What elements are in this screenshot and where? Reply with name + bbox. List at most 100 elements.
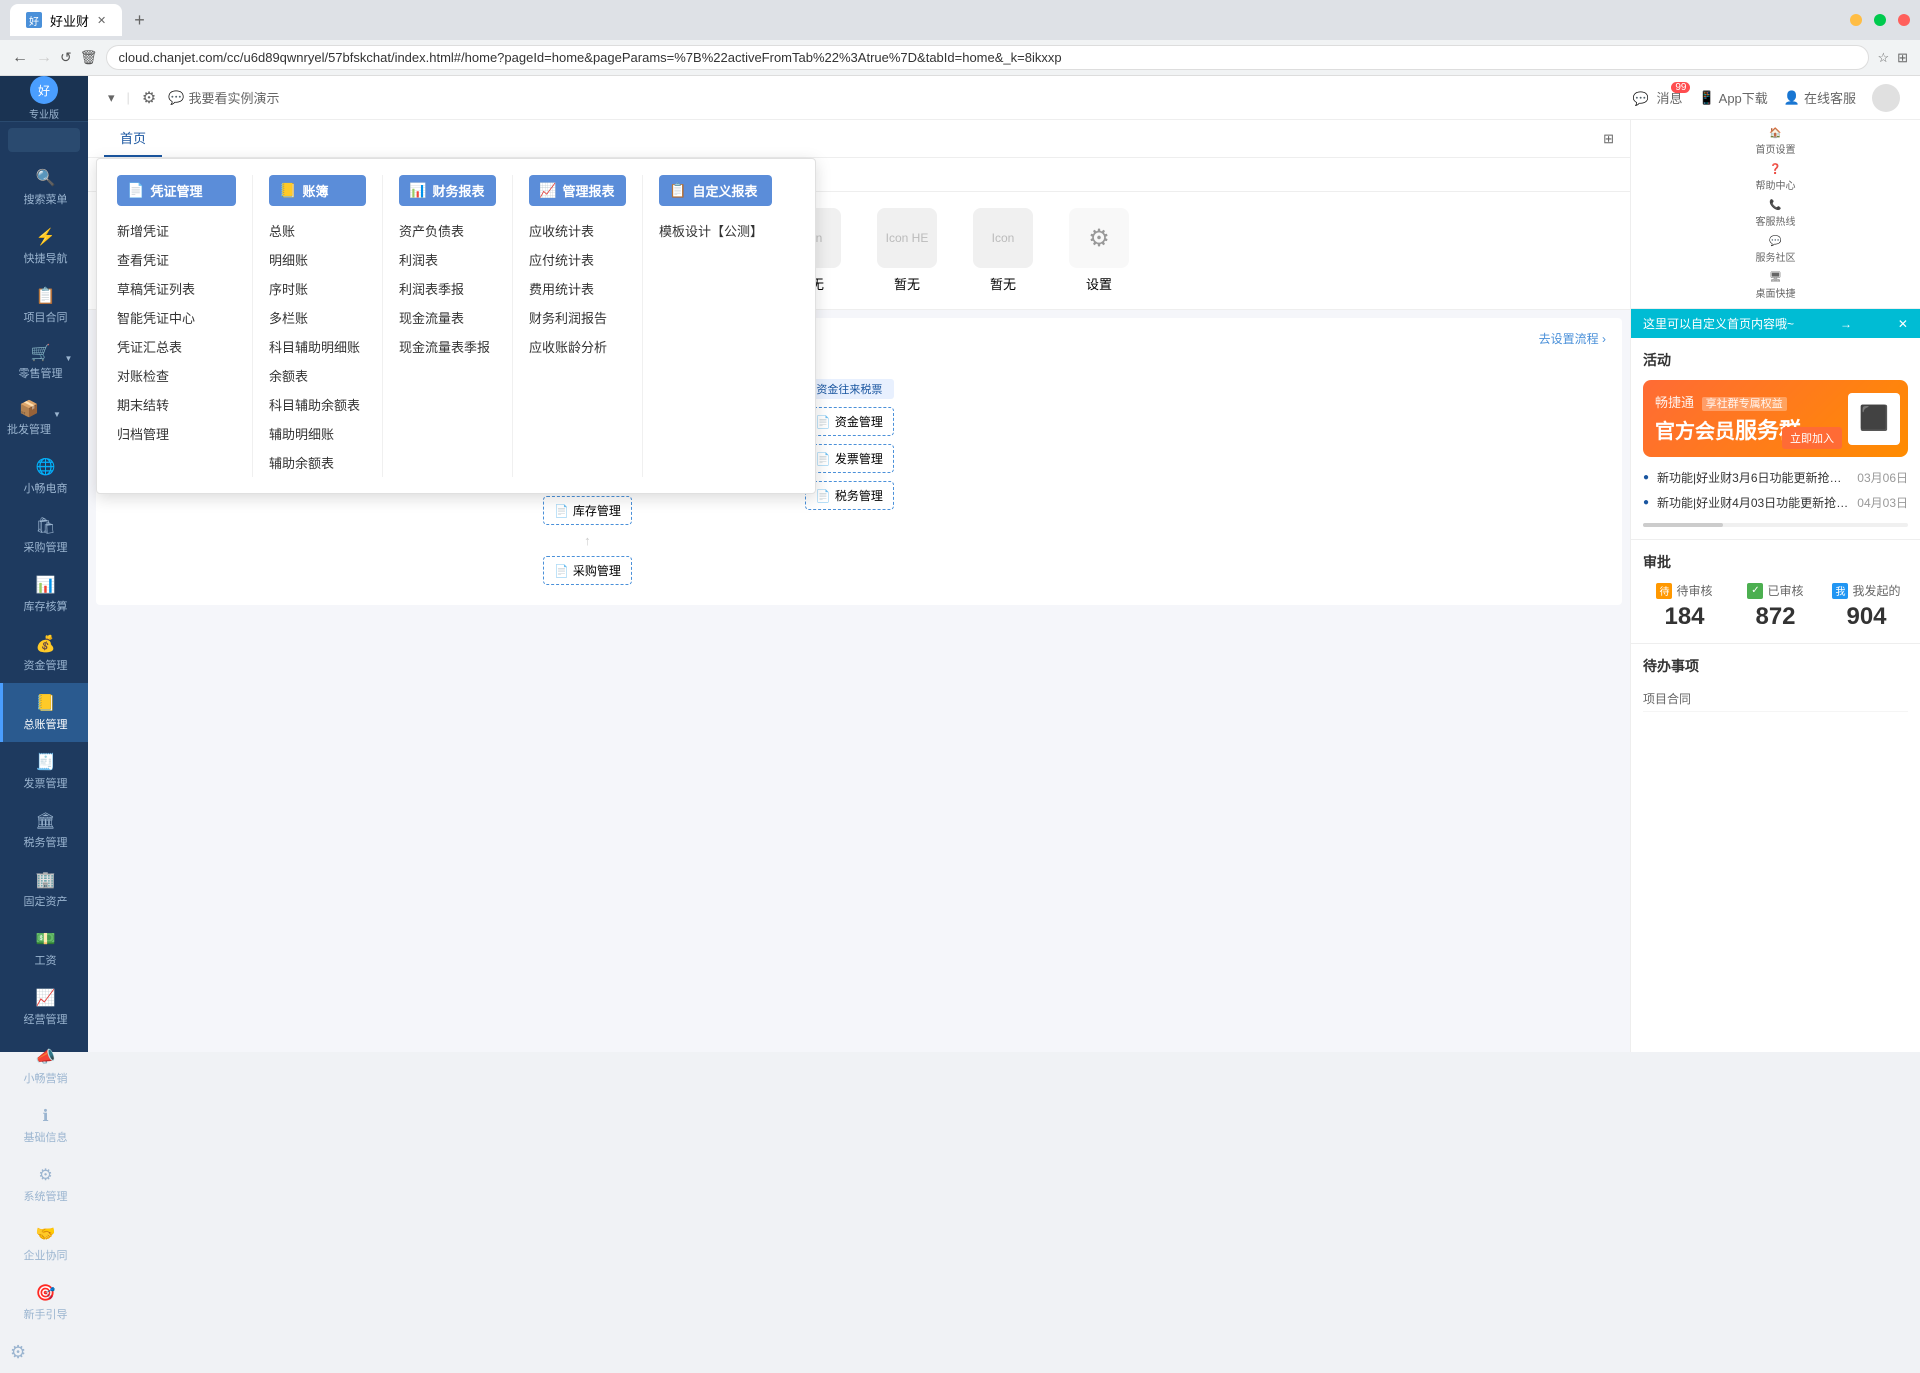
- sidebar-item-search[interactable]: 🔍 搜索菜单: [0, 158, 88, 217]
- back-button[interactable]: ←: [12, 49, 28, 67]
- tab-close-button[interactable]: ✕: [97, 14, 106, 27]
- right-nav-desktop[interactable]: 🖥 桌面快捷: [1752, 268, 1800, 304]
- menu-item-subject-balance[interactable]: 科目辅助余额表: [269, 390, 366, 419]
- bookmark-icon[interactable]: ☆: [1877, 50, 1889, 66]
- menu-item-voucher-summary[interactable]: 凭证汇总表: [117, 332, 236, 361]
- minimize-button[interactable]: [1850, 14, 1862, 26]
- activity-banner[interactable]: 畅捷通 享社群专属权益 官方会员服务群 ⬛ 立即加入: [1643, 380, 1908, 457]
- menu-item-view-voucher[interactable]: 查看凭证: [117, 245, 236, 274]
- news-item-1[interactable]: ● 新功能|好业财3月6日功能更新抢先知 03月06日: [1643, 465, 1908, 490]
- sidebar-item-shortcut[interactable]: ⚡ 快捷导航: [0, 217, 88, 276]
- menu-item-period-end[interactable]: 期末结转: [117, 390, 236, 419]
- sidebar-item-partner[interactable]: 🤝 企业协同: [0, 1214, 88, 1273]
- right-nav-home-settings[interactable]: 🏠 首页设置: [1752, 124, 1800, 160]
- delete-button[interactable]: 🗑: [80, 49, 98, 66]
- sidebar-item-inventory[interactable]: 📊 库存核算: [0, 565, 88, 624]
- menu-item-template-design[interactable]: 模板设计【公测】: [659, 216, 772, 245]
- pending-count: 184: [1643, 603, 1726, 631]
- sidebar-settings-icon[interactable]: ⚙: [10, 1342, 26, 1362]
- menu-item-general-ledger[interactable]: 总账: [269, 216, 366, 245]
- menu-item-balance-sheet[interactable]: 资产负债表: [399, 216, 496, 245]
- sidebar-item-newuser[interactable]: 🎯 新手引导: [0, 1273, 88, 1332]
- company-selector[interactable]: ▾: [104, 90, 115, 106]
- sidebar-search-area[interactable]: [0, 122, 88, 158]
- demo-link[interactable]: 💬 我要看实例演示: [168, 88, 279, 107]
- mega-menu: 📄 凭证管理 新增凭证 查看凭证 草稿凭证列表 智能凭证中心 凭证汇总表 对账检…: [96, 158, 816, 494]
- sidebar-item-ecommerce[interactable]: 🌐 小畅电商: [0, 447, 88, 506]
- approval-submitted-card[interactable]: 我 我发起的 904: [1825, 582, 1908, 631]
- sidebar-item-assets[interactable]: 🏢 固定资产: [0, 860, 88, 919]
- sidebar-item-wholesale[interactable]: 📦 批发管理 ▼: [0, 389, 88, 447]
- address-input[interactable]: [106, 45, 1870, 70]
- news-item-2[interactable]: ● 新功能|好业财4月03日功能更新抢先知 04月03日: [1643, 490, 1908, 515]
- approval-approved-card[interactable]: ✓ 已审核 872: [1734, 582, 1817, 631]
- user-avatar[interactable]: [1872, 84, 1904, 112]
- sidebar-item-payroll[interactable]: 💵 工资: [0, 919, 88, 978]
- retail-nav-icon: 🛒: [31, 343, 51, 363]
- pending-icon: 待: [1656, 583, 1672, 599]
- right-nav-service[interactable]: 📞 客服热线: [1752, 196, 1800, 232]
- page-tabs: 首页 ⊞: [88, 120, 1630, 158]
- menu-item-smart-center[interactable]: 智能凭证中心: [117, 303, 236, 332]
- sidebar-item-purchase[interactable]: 🛍 采购管理: [0, 506, 88, 565]
- menu-item-payable-stat[interactable]: 应付统计表: [529, 245, 626, 274]
- menu-item-subject-detail[interactable]: 科目辅助明细账: [269, 332, 366, 361]
- sidebar-search-input[interactable]: [8, 128, 80, 152]
- sidebar-label-ecommerce: 小畅电商: [24, 480, 68, 496]
- menu-item-draft-list[interactable]: 草稿凭证列表: [117, 274, 236, 303]
- sidebar-item-project[interactable]: 📋 项目合同: [0, 276, 88, 335]
- app-download-button[interactable]: 📱 App下载: [1698, 88, 1767, 107]
- new-tab-button[interactable]: +: [126, 6, 153, 35]
- sidebar-item-retail[interactable]: 🛒 零售管理 ▼: [0, 335, 88, 389]
- menu-item-aux-detail[interactable]: 辅助明细账: [269, 419, 366, 448]
- scroll-indicator: [1643, 523, 1908, 527]
- approval-pending-card[interactable]: 待 待审核 184: [1643, 582, 1726, 631]
- menu-item-archive[interactable]: 归档管理: [117, 419, 236, 448]
- settings-header-icon[interactable]: ⚙: [142, 88, 156, 108]
- menu-item-new-voucher[interactable]: 新增凭证: [117, 216, 236, 245]
- tooltip-close-button[interactable]: ✕: [1898, 317, 1908, 331]
- sidebar-item-operation[interactable]: 📈 经营管理: [0, 978, 88, 1037]
- maximize-button[interactable]: [1874, 14, 1886, 26]
- sidebar-item-invoice[interactable]: 🧾 发票管理: [0, 742, 88, 801]
- sidebar-item-finance[interactable]: 💰 资金管理: [0, 624, 88, 683]
- tab-home[interactable]: 首页: [104, 120, 162, 157]
- right-nav-help[interactable]: ❓ 帮助中心: [1752, 160, 1800, 196]
- todo-item-project[interactable]: 项目合同: [1643, 686, 1908, 712]
- forward-button[interactable]: →: [36, 49, 52, 67]
- menu-item-balance[interactable]: 余额表: [269, 361, 366, 390]
- menu-item-profit-report[interactable]: 财务利润报告: [529, 303, 626, 332]
- menu-item-expense-stat[interactable]: 费用统计表: [529, 274, 626, 303]
- menu-item-cashflow-quarterly[interactable]: 现金流量表季报: [399, 332, 496, 361]
- tab-expand-button[interactable]: ⊞: [1603, 131, 1614, 147]
- sidebar-item-marketing[interactable]: 📣 小畅营销: [0, 1037, 88, 1096]
- custom-report-header-label: 自定义报表: [692, 181, 757, 200]
- extension-icon[interactable]: ⊞: [1897, 50, 1908, 66]
- menu-item-chrono-ledger[interactable]: 序时账: [269, 274, 366, 303]
- banner-cta[interactable]: 立即加入: [1782, 427, 1842, 449]
- menu-item-detail-ledger[interactable]: 明细账: [269, 245, 366, 274]
- sidebar-item-basic[interactable]: ℹ 基础信息: [0, 1096, 88, 1155]
- menu-item-reconcile[interactable]: 对账检查: [117, 361, 236, 390]
- news-date-1: 03月06日: [1857, 469, 1908, 486]
- menu-item-aux-balance[interactable]: 辅助余额表: [269, 448, 366, 477]
- close-button[interactable]: [1898, 14, 1910, 26]
- reload-button[interactable]: ↺: [60, 49, 72, 66]
- partner-nav-icon: 🤝: [36, 1224, 56, 1244]
- sidebar-item-system[interactable]: ⚙ 系统管理: [0, 1155, 88, 1214]
- approval-section: 审批 待 待审核 184 ✓ 已审核: [1631, 540, 1920, 644]
- sidebar-item-general[interactable]: 📒 总账管理: [0, 683, 88, 742]
- sidebar-label-newuser: 新手引导: [24, 1306, 68, 1322]
- menu-item-income-quarterly[interactable]: 利润表季报: [399, 274, 496, 303]
- menu-item-receivable-stat[interactable]: 应收统计表: [529, 216, 626, 245]
- menu-item-multi-col[interactable]: 多栏账: [269, 303, 366, 332]
- menu-item-aging[interactable]: 应收账龄分析: [529, 332, 626, 361]
- right-nav-community[interactable]: 💬 服务社区: [1752, 232, 1800, 268]
- menu-item-cashflow[interactable]: 现金流量表: [399, 303, 496, 332]
- active-tab[interactable]: 好 好业财 ✕: [10, 4, 122, 36]
- banner-cta-btn[interactable]: 立即加入: [1782, 427, 1842, 449]
- online-service-button[interactable]: 👤 在线客服: [1784, 88, 1856, 107]
- sidebar-item-tax[interactable]: 🏛 税务管理: [0, 801, 88, 860]
- message-button[interactable]: 💬 99 消息: [1633, 88, 1683, 107]
- menu-item-income-stmt[interactable]: 利润表: [399, 245, 496, 274]
